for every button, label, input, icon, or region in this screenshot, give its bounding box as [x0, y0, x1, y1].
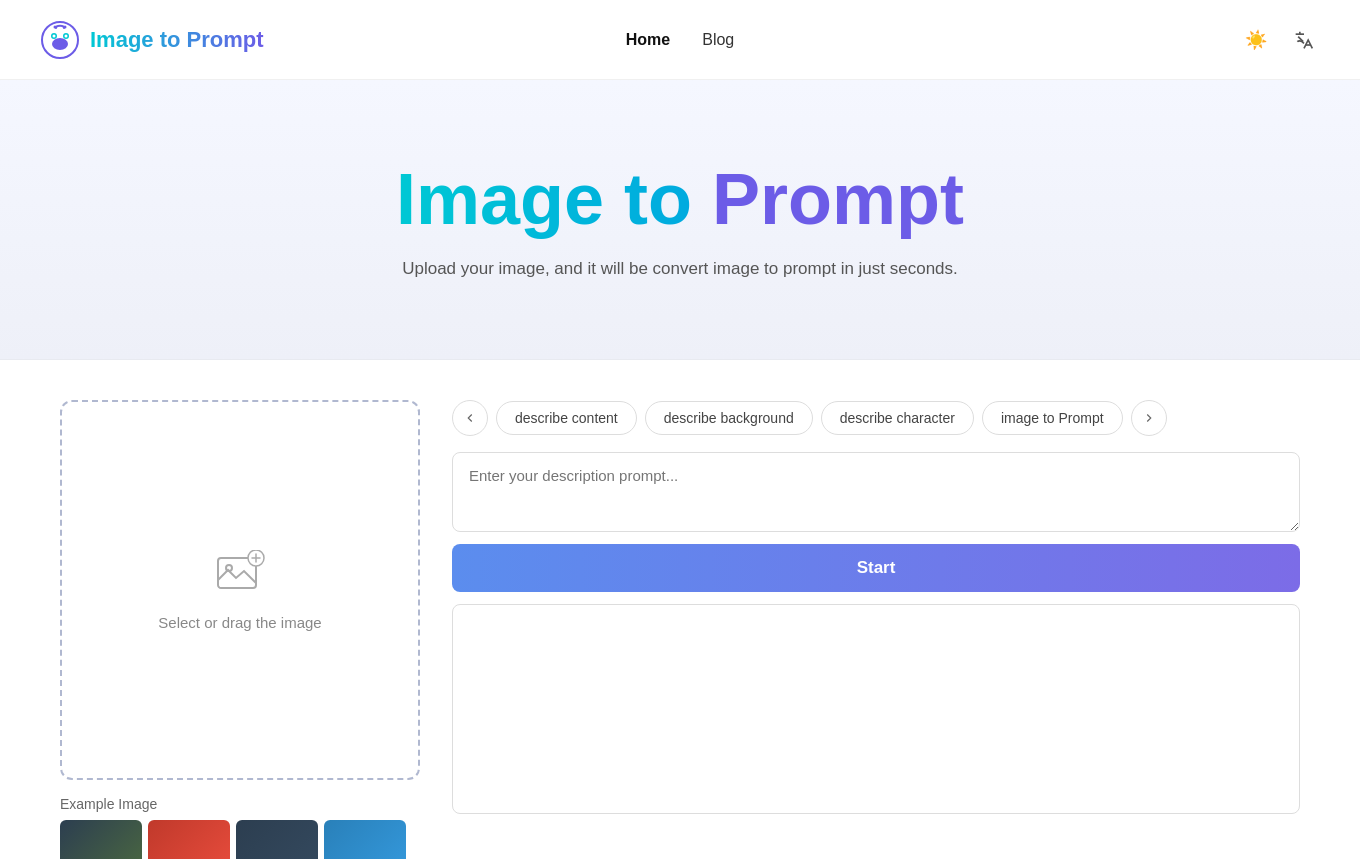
tab-describe-content[interactable]: describe content [496, 401, 637, 435]
main-nav: Home Blog [626, 31, 734, 49]
logo-area: Image to Prompt [40, 20, 264, 60]
example-image-3[interactable] [236, 820, 318, 859]
nav-home[interactable]: Home [626, 31, 670, 49]
logo-text: Image to Prompt [90, 27, 264, 53]
example-image-4[interactable] [324, 820, 406, 859]
theme-toggle-button[interactable]: ☀️ [1240, 24, 1272, 56]
tabs-prev-button[interactable] [452, 400, 488, 436]
hero-title: Image to Prompt [396, 160, 964, 239]
nav-blog[interactable]: Blog [702, 31, 734, 49]
svg-point-5 [65, 34, 68, 37]
logo-icon [40, 20, 80, 60]
right-panel: describe content describe background des… [452, 400, 1300, 814]
example-image-1[interactable] [60, 820, 142, 859]
svg-point-6 [54, 25, 57, 28]
hero-subtitle: Upload your image, and it will be conver… [402, 259, 958, 279]
chevron-right-icon [1142, 411, 1156, 425]
upload-image-icon [214, 550, 266, 602]
translate-icon [1294, 30, 1314, 50]
header-actions: ☀️ [1240, 24, 1320, 56]
upload-section: Select or drag the image Example Image [60, 400, 420, 859]
svg-point-4 [53, 34, 56, 37]
tab-describe-character[interactable]: describe character [821, 401, 974, 435]
tab-image-to-prompt[interactable]: image to Prompt [982, 401, 1123, 435]
prompt-textarea[interactable] [452, 452, 1300, 532]
example-label: Example Image [60, 796, 420, 812]
example-images-section: Example Image [60, 796, 420, 859]
hero-title-prompt: Prompt [712, 159, 964, 239]
tabs-row: describe content describe background des… [452, 400, 1300, 436]
svg-point-1 [52, 38, 68, 50]
upload-placeholder-text: Select or drag the image [158, 614, 321, 631]
chevron-left-icon [463, 411, 477, 425]
language-toggle-button[interactable] [1288, 24, 1320, 56]
start-button[interactable]: Start [452, 544, 1300, 592]
tabs-next-button[interactable] [1131, 400, 1167, 436]
output-area [452, 604, 1300, 814]
svg-point-7 [64, 25, 67, 28]
hero-title-image: Image to [396, 159, 712, 239]
main-content: Select or drag the image Example Image d… [0, 360, 1360, 859]
site-header: Image to Prompt Home Blog ☀️ [0, 0, 1360, 80]
sun-icon: ☀️ [1245, 29, 1267, 51]
upload-area[interactable]: Select or drag the image [60, 400, 420, 780]
example-image-2[interactable] [148, 820, 230, 859]
hero-section: Image to Prompt Upload your image, and i… [0, 80, 1360, 360]
example-images-row [60, 820, 420, 859]
tab-describe-background[interactable]: describe background [645, 401, 813, 435]
